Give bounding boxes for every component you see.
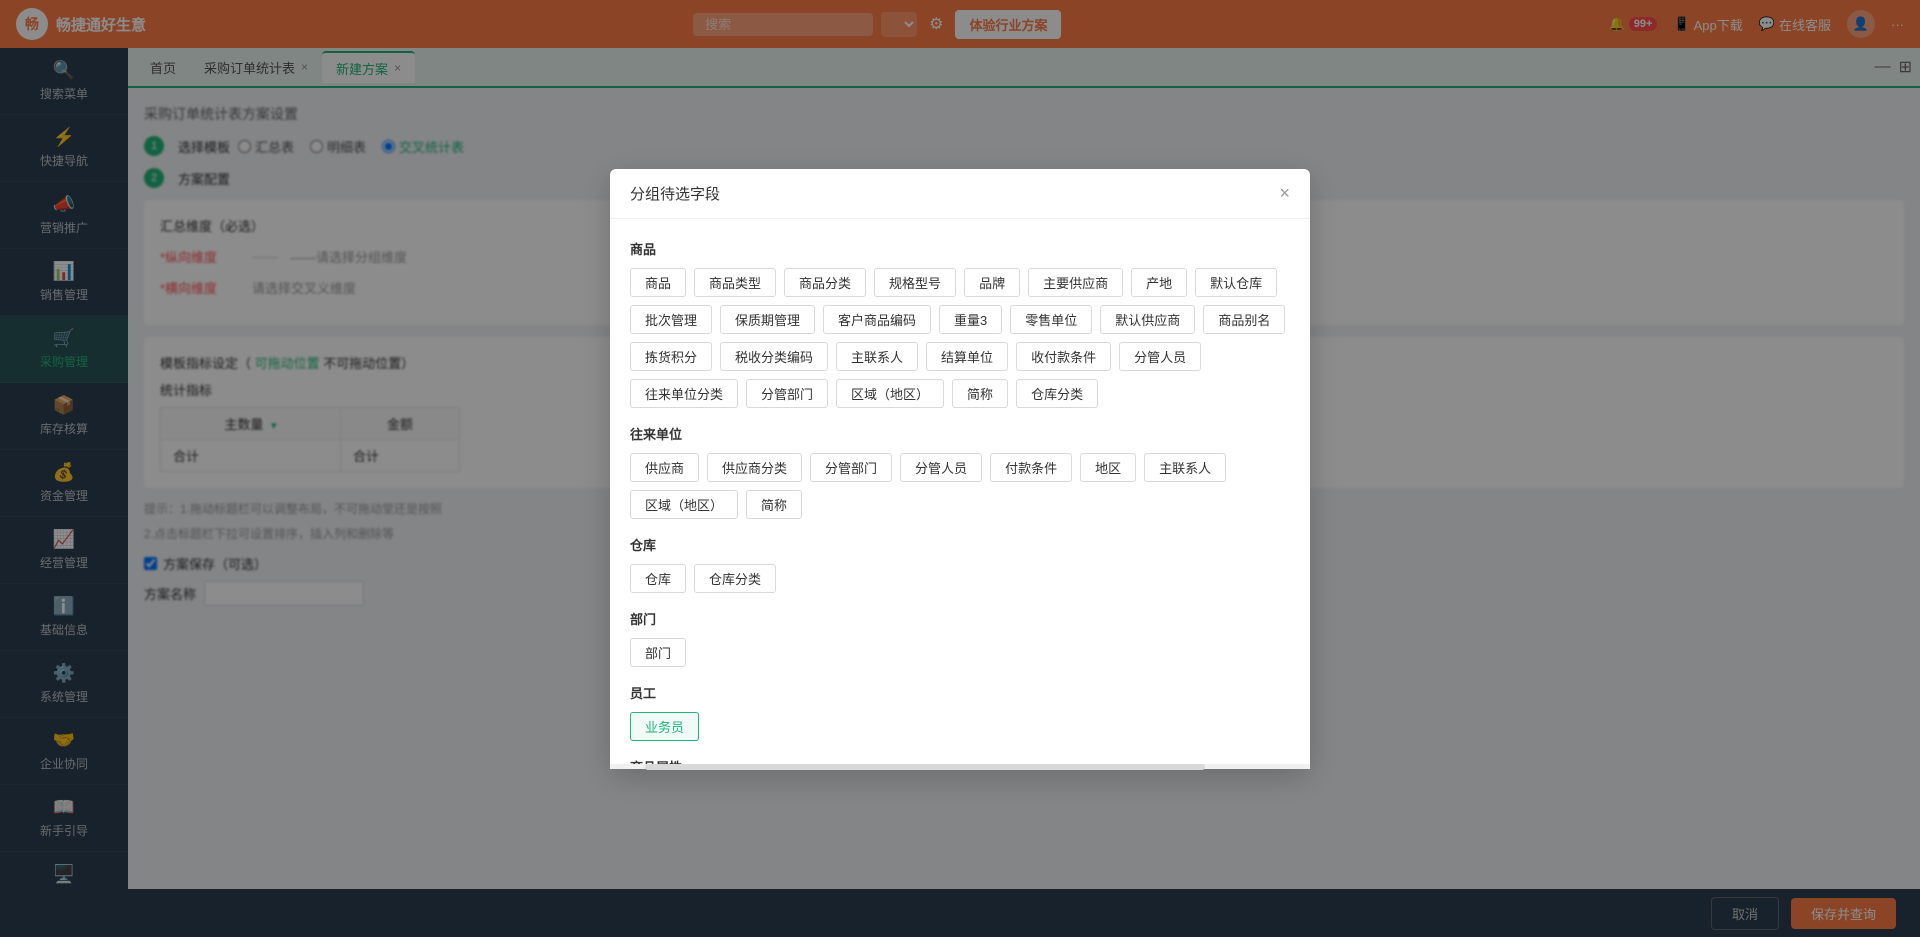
field-tag[interactable]: 产地: [1131, 268, 1187, 297]
section-title-goods: 商品: [630, 239, 1290, 258]
field-tag[interactable]: 品牌: [964, 268, 1020, 297]
field-tag[interactable]: 商品类型: [694, 268, 776, 297]
field-tag[interactable]: 区域（地区）: [836, 379, 944, 408]
field-tag[interactable]: 分管人员: [900, 453, 982, 482]
field-tag[interactable]: 主联系人: [836, 342, 918, 371]
field-tag[interactable]: 往来单位分类: [630, 379, 738, 408]
section-title-dept: 部门: [630, 609, 1290, 628]
field-tag[interactable]: 默认仓库: [1195, 268, 1277, 297]
goods-field-tags: 商品 商品类型 商品分类 规格型号 品牌 主要供应商 产地 默认仓库 批次管理 …: [630, 268, 1290, 408]
modal-body[interactable]: 商品 商品 商品类型 商品分类 规格型号 品牌 主要供应商 产地 默认仓库 批次…: [610, 219, 1310, 764]
modal-close-btn[interactable]: ×: [1279, 183, 1290, 204]
field-tag[interactable]: 地区: [1080, 453, 1136, 482]
field-tag[interactable]: 供应商: [630, 453, 699, 482]
field-tag[interactable]: 规格型号: [874, 268, 956, 297]
field-tag[interactable]: 商品: [630, 268, 686, 297]
field-tag[interactable]: 仓库分类: [694, 564, 776, 593]
modal-overlay: 分组待选字段 × 商品 商品 商品类型 商品分类 规格型号 品牌 主要供应商 产…: [0, 0, 1920, 937]
field-select-modal: 分组待选字段 × 商品 商品 商品类型 商品分类 规格型号 品牌 主要供应商 产…: [610, 169, 1310, 769]
field-tag[interactable]: 商品别名: [1203, 305, 1285, 334]
field-tag[interactable]: 批次管理: [630, 305, 712, 334]
warehouse-field-tags: 仓库 仓库分类: [630, 564, 1290, 593]
section-title-employee: 员工: [630, 683, 1290, 702]
field-tag-employee[interactable]: 业务员: [630, 712, 699, 741]
modal-scroll-thumb[interactable]: [645, 764, 1205, 770]
employee-field-tags: 业务员: [630, 712, 1290, 741]
field-tag[interactable]: 拣货积分: [630, 342, 712, 371]
field-tag[interactable]: 客户商品编码: [823, 305, 931, 334]
field-tag[interactable]: 默认供应商: [1100, 305, 1195, 334]
field-tag[interactable]: 区域（地区）: [630, 490, 738, 519]
field-tag[interactable]: 商品分类: [784, 268, 866, 297]
field-tag[interactable]: 部门: [630, 638, 686, 667]
partners-field-tags: 供应商 供应商分类 分管部门 分管人员 付款条件 地区 主联系人 区域（地区） …: [630, 453, 1290, 519]
modal-scroll-bar[interactable]: [610, 764, 1310, 769]
field-tag[interactable]: 供应商分类: [707, 453, 802, 482]
field-tag[interactable]: 主联系人: [1144, 453, 1226, 482]
dept-field-tags: 部门: [630, 638, 1290, 667]
modal-title: 分组待选字段: [630, 183, 720, 204]
field-tag[interactable]: 结算单位: [926, 342, 1008, 371]
field-tag[interactable]: 分管部门: [746, 379, 828, 408]
field-tag[interactable]: 简称: [746, 490, 802, 519]
field-tag[interactable]: 简称: [952, 379, 1008, 408]
modal-header: 分组待选字段 ×: [610, 169, 1310, 219]
section-title-attributes: 商品属性: [630, 757, 1290, 764]
field-tag[interactable]: 分管部门: [810, 453, 892, 482]
field-tag[interactable]: 仓库: [630, 564, 686, 593]
field-tag[interactable]: 零售单位: [1010, 305, 1092, 334]
section-title-warehouse: 仓库: [630, 535, 1290, 554]
field-tag[interactable]: 仓库分类: [1016, 379, 1098, 408]
field-tag[interactable]: 保质期管理: [720, 305, 815, 334]
field-tag[interactable]: 税收分类编码: [720, 342, 828, 371]
field-tag[interactable]: 主要供应商: [1028, 268, 1123, 297]
field-tag[interactable]: 重量3: [939, 305, 1002, 334]
field-tag[interactable]: 付款条件: [990, 453, 1072, 482]
field-tag[interactable]: 分管人员: [1119, 342, 1201, 371]
field-tag[interactable]: 收付款条件: [1016, 342, 1111, 371]
section-title-partners: 往来单位: [630, 424, 1290, 443]
